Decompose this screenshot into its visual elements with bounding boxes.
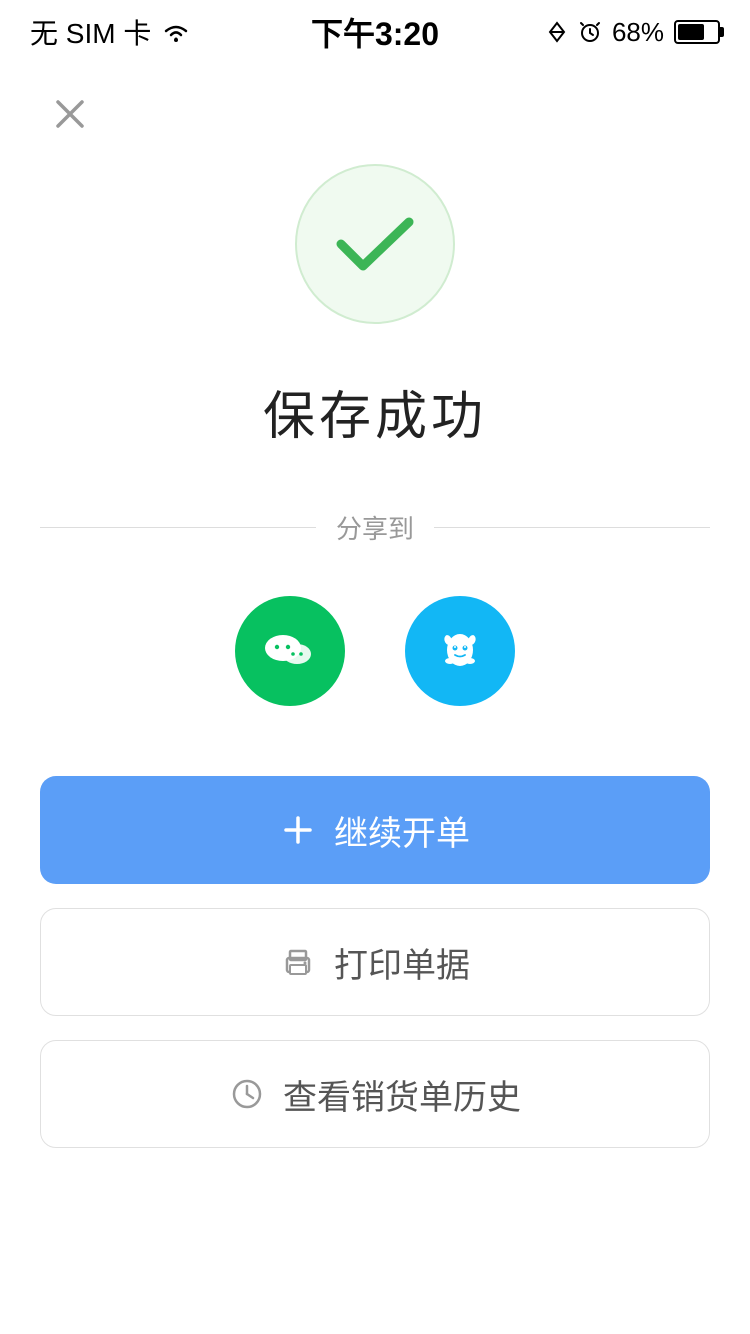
- wechat-icon: [257, 618, 323, 684]
- printer-icon: [280, 944, 316, 980]
- location-icon: [546, 21, 568, 43]
- clock-icon: [229, 1076, 265, 1112]
- share-label: 分享到: [336, 509, 414, 546]
- share-icons-row: [235, 596, 515, 706]
- battery-fill: [678, 24, 704, 40]
- qq-icon: [427, 618, 493, 684]
- success-icon-circle: [295, 164, 455, 324]
- share-divider: 分享到: [40, 509, 710, 546]
- checkmark-icon: [335, 214, 415, 274]
- wechat-share-button[interactable]: [235, 596, 345, 706]
- continue-order-label: 继续开单: [334, 806, 470, 855]
- print-button[interactable]: 打印单据: [40, 908, 710, 1016]
- divider-line-right: [434, 527, 710, 528]
- status-left: 无 SIM 卡: [30, 12, 191, 52]
- divider-line-left: [40, 527, 316, 528]
- battery-bar: [674, 20, 720, 44]
- plus-icon: [280, 812, 316, 848]
- alarm-icon: [578, 20, 602, 44]
- print-label: 打印单据: [334, 938, 470, 987]
- wifi-icon: [161, 21, 191, 43]
- status-right: 68%: [546, 17, 720, 48]
- battery-percent: 68%: [612, 17, 664, 48]
- history-button[interactable]: 查看销货单历史: [40, 1040, 710, 1148]
- time-display: 下午3:20: [311, 9, 439, 55]
- status-bar: 无 SIM 卡 下午3:20 68%: [0, 0, 750, 64]
- continue-order-button[interactable]: 继续开单: [40, 776, 710, 884]
- action-buttons: 继续开单 打印单据 查看销货单历史: [40, 776, 710, 1148]
- qq-share-button[interactable]: [405, 596, 515, 706]
- main-content: 保存成功 分享到: [0, 64, 750, 1334]
- success-title: 保存成功: [263, 374, 487, 449]
- history-label: 查看销货单历史: [283, 1070, 521, 1119]
- no-sim-text: 无 SIM 卡: [30, 12, 151, 52]
- close-button[interactable]: [40, 84, 100, 144]
